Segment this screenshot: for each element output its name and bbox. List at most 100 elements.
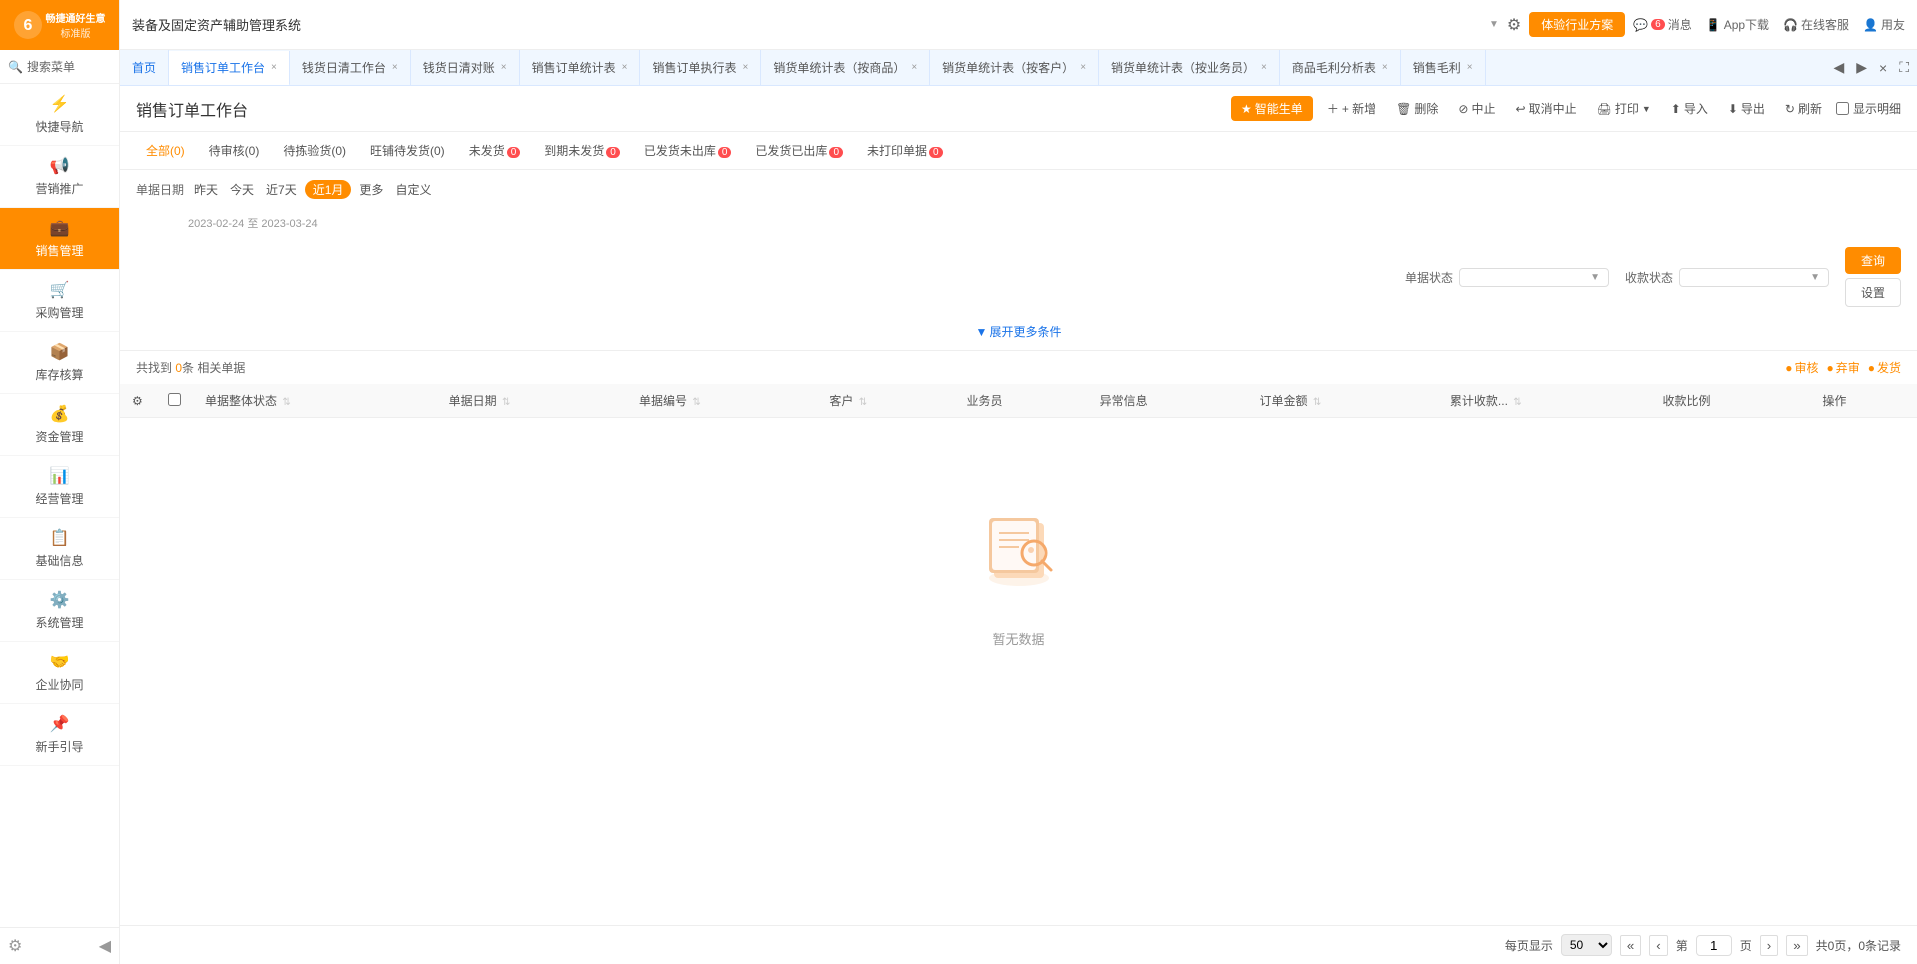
- tab-sales-stats-close[interactable]: ×: [622, 62, 628, 73]
- sidebar-item-marketing[interactable]: 📢 营销推广: [0, 146, 119, 208]
- tab-scroll-left[interactable]: ◀: [1829, 57, 1848, 78]
- date-1month[interactable]: 近1月: [305, 180, 352, 199]
- tab-home[interactable]: 首页: [120, 50, 169, 85]
- tab-sales-staff[interactable]: 销货单统计表（按业务员） ×: [1099, 50, 1280, 85]
- tab-cash-reconcile-close[interactable]: ×: [501, 62, 507, 73]
- revoke-btn[interactable]: ● 弃审: [1826, 359, 1859, 376]
- tab-sales-order[interactable]: 销售订单工作台 ×: [169, 51, 290, 86]
- th-status[interactable]: 单据整体状态 ⇅: [193, 384, 437, 418]
- tab-sales-staff-close[interactable]: ×: [1261, 62, 1267, 73]
- settings-icon[interactable]: ⚙: [8, 936, 22, 956]
- print-btn[interactable]: 🖨 打印 ▼: [1591, 96, 1657, 121]
- tab-cash-reconcile[interactable]: 钱货日清对账 ×: [411, 50, 520, 85]
- th-collected[interactable]: 累计收款... ⇅: [1438, 384, 1651, 418]
- filter-tab-shipped-not-out[interactable]: 已发货未出库0: [634, 138, 742, 163]
- gear-btn[interactable]: ⚙: [1507, 15, 1521, 35]
- collapse-icon[interactable]: ◀: [99, 936, 111, 956]
- page-input[interactable]: [1696, 935, 1732, 956]
- tab-sales-product[interactable]: 销货单统计表（按商品） ×: [761, 50, 930, 85]
- import-btn[interactable]: ⬆ 导入: [1665, 96, 1714, 121]
- filter-tab-all[interactable]: 全部(0): [136, 138, 195, 163]
- sidebar-item-sales[interactable]: 💼 销售管理: [0, 208, 119, 270]
- payment-filter-label: 收款状态: [1625, 269, 1673, 286]
- th-checkbox[interactable]: [156, 384, 193, 418]
- tab-sales-order-close[interactable]: ×: [271, 62, 277, 73]
- online-service-btn[interactable]: 🎧 在线客服: [1783, 16, 1849, 33]
- page-prev-btn[interactable]: ‹: [1649, 935, 1667, 956]
- payment-select[interactable]: ▼: [1679, 268, 1829, 287]
- sidebar-search[interactable]: 🔍 搜索菜单: [0, 50, 119, 84]
- page-first-btn[interactable]: «: [1620, 935, 1641, 956]
- industry-btn[interactable]: 体验行业方案: [1529, 12, 1625, 37]
- th-config[interactable]: ⚙: [120, 384, 156, 418]
- tab-maximize[interactable]: ⛶: [1895, 57, 1913, 78]
- stop-btn[interactable]: ⊘ 中止: [1452, 96, 1501, 121]
- delete-btn[interactable]: 🗑 删除: [1390, 96, 1444, 121]
- page-next-btn[interactable]: ›: [1760, 935, 1778, 956]
- review-btn[interactable]: ● 审核: [1785, 359, 1818, 376]
- date-more[interactable]: 更多: [355, 180, 387, 199]
- filter-tab-not-printed[interactable]: 未打印单据0: [857, 138, 953, 163]
- filter-tab-not-shipped[interactable]: 未发货0: [459, 138, 531, 163]
- ship-btn[interactable]: ● 发货: [1868, 359, 1901, 376]
- select-all-checkbox[interactable]: [168, 393, 181, 406]
- sidebar-item-operations[interactable]: 📊 经营管理: [0, 456, 119, 518]
- query-btn[interactable]: 查询: [1845, 247, 1901, 274]
- sidebar-item-basic-info[interactable]: 📋 基础信息: [0, 518, 119, 580]
- th-exception[interactable]: 异常信息: [1088, 384, 1248, 418]
- cancel-stop-btn[interactable]: ↩ 取消中止: [1510, 96, 1583, 121]
- message-btn[interactable]: 💬 6 消息: [1633, 16, 1692, 33]
- tab-sales-product-close[interactable]: ×: [911, 62, 917, 73]
- th-staff[interactable]: 业务员: [954, 384, 1087, 418]
- th-date[interactable]: 单据日期 ⇅: [437, 384, 627, 418]
- show-detail-checkbox[interactable]: 显示明细: [1836, 100, 1901, 117]
- user-avatar-btn[interactable]: 👤 用友: [1863, 16, 1905, 33]
- filter-tab-expired[interactable]: 到期未发货0: [534, 138, 630, 163]
- sidebar-item-system[interactable]: ⚙️ 系统管理: [0, 580, 119, 642]
- tab-margin-close[interactable]: ×: [1382, 62, 1388, 73]
- sidebar-item-enterprise[interactable]: 🤝 企业协同: [0, 642, 119, 704]
- new-btn[interactable]: ＋ + 新增: [1321, 96, 1382, 121]
- app-download-btn[interactable]: 📱 App下载: [1706, 16, 1769, 33]
- tab-sales-stats[interactable]: 销售订单统计表 ×: [520, 50, 641, 85]
- date-7days[interactable]: 近7天: [262, 180, 301, 199]
- tab-sales-customer[interactable]: 销货单统计表（按客户） ×: [930, 50, 1099, 85]
- tab-sales-customer-close[interactable]: ×: [1080, 62, 1086, 73]
- tab-cash-daily-close[interactable]: ×: [392, 62, 398, 73]
- filter-tab-pending[interactable]: 待审核(0): [199, 138, 270, 163]
- sidebar-item-quick-nav[interactable]: ⚡ 快捷导航: [0, 84, 119, 146]
- tab-cash-daily[interactable]: 钱货日清工作台 ×: [290, 50, 411, 85]
- workspace-actions: ★ 智能生单 ＋ + 新增 🗑 删除 ⊘ 中止 ↩ 取消中止: [1231, 96, 1901, 121]
- status-select[interactable]: ▼: [1459, 268, 1609, 287]
- show-detail-input[interactable]: [1836, 102, 1849, 115]
- date-today[interactable]: 今天: [226, 180, 258, 199]
- filter-tab-shipped-out[interactable]: 已发货已出库0: [745, 138, 853, 163]
- filter-tab-wangpu[interactable]: 旺铺待发货(0): [360, 138, 455, 163]
- th-customer[interactable]: 客户 ⇅: [817, 384, 954, 418]
- set-btn[interactable]: 设置: [1845, 278, 1901, 307]
- export-btn[interactable]: ⬇ 导出: [1722, 96, 1771, 121]
- sidebar-item-purchase[interactable]: 🛒 采购管理: [0, 270, 119, 332]
- th-amount[interactable]: 订单金额 ⇅: [1248, 384, 1438, 418]
- tab-close-all[interactable]: ×: [1875, 58, 1891, 78]
- refresh-btn[interactable]: ↻ 刷新: [1779, 96, 1828, 121]
- tab-scroll-right[interactable]: ▶: [1852, 57, 1871, 78]
- th-number[interactable]: 单据编号 ⇅: [627, 384, 817, 418]
- th-ratio[interactable]: 收款比例: [1650, 384, 1810, 418]
- tab-sales-exec-close[interactable]: ×: [742, 62, 748, 73]
- sidebar-item-inventory[interactable]: 📦 库存核算: [0, 332, 119, 394]
- sidebar-item-finance[interactable]: 💰 资金管理: [0, 394, 119, 456]
- sidebar-item-guide[interactable]: 📌 新手引导: [0, 704, 119, 766]
- expand-filter-btn[interactable]: ▼ 展开更多条件: [976, 323, 1062, 340]
- tab-sales-profit[interactable]: 销售毛利 ×: [1401, 50, 1486, 85]
- date-yesterday[interactable]: 昨天: [190, 180, 222, 199]
- filter-tab-pending-inspect[interactable]: 待拣验货(0): [273, 138, 356, 163]
- tab-margin[interactable]: 商品毛利分析表 ×: [1280, 50, 1401, 85]
- page-last-btn[interactable]: »: [1786, 935, 1807, 956]
- per-page-select[interactable]: 50 100 200: [1561, 934, 1612, 956]
- smart-create-btn[interactable]: ★ 智能生单: [1231, 96, 1313, 121]
- tab-sales-exec[interactable]: 销售订单执行表 ×: [640, 50, 761, 85]
- tab-sales-profit-close[interactable]: ×: [1467, 62, 1473, 73]
- date-custom[interactable]: 自定义: [391, 180, 435, 199]
- dropdown-icon[interactable]: ▼: [1489, 19, 1499, 30]
